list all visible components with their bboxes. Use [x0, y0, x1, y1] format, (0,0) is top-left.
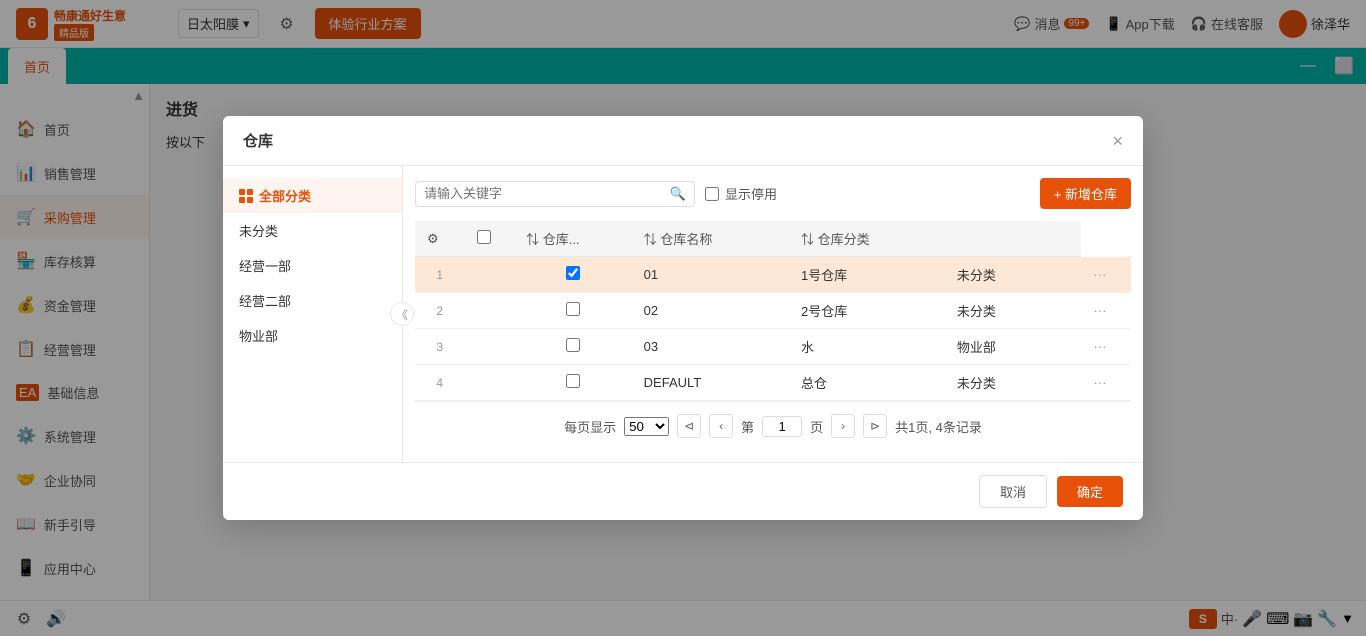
cat-item-all[interactable]: 全部分类 — [223, 178, 402, 213]
row-settings — [465, 365, 515, 401]
row-num: 3 — [415, 329, 465, 365]
cat-item-ops1[interactable]: 经营一部 — [223, 248, 402, 283]
show-disabled-checkbox[interactable] — [705, 187, 719, 201]
dialog-body: 全部分类 未分类 经营一部 经营二部 物业部 《 — [223, 166, 1143, 462]
row-ops[interactable]: ··· — [1081, 293, 1131, 329]
cat-item-property[interactable]: 物业部 — [223, 318, 402, 353]
select-all-checkbox[interactable] — [477, 230, 491, 244]
row-num: 1 — [415, 257, 465, 293]
table-row[interactable]: 1 01 1号仓库 未分类 ··· — [415, 257, 1131, 293]
th-ops — [945, 221, 1082, 257]
row-checkbox[interactable] — [514, 365, 632, 401]
row-code: 02 — [632, 293, 789, 329]
th-settings: ⚙ — [415, 221, 465, 257]
row-category: 未分类 — [945, 293, 1082, 329]
modal-overlay: 仓库 × 全部分类 未分类 经 — [0, 0, 1366, 636]
th-check — [465, 221, 515, 257]
last-page-button[interactable]: ⊳ — [863, 414, 887, 438]
dialog-title: 仓库 — [243, 130, 273, 151]
th-code: ⇅ 仓库... — [514, 221, 632, 257]
settings-icon: ⚙ — [427, 231, 439, 246]
row-settings — [465, 257, 515, 293]
cancel-button[interactable]: 取消 — [979, 475, 1047, 508]
row-ops[interactable]: ··· — [1081, 365, 1131, 401]
row-settings — [465, 329, 515, 365]
per-page-label: 每页显示 — [564, 417, 616, 436]
row-code: 01 — [632, 257, 789, 293]
prev-page-button[interactable]: ‹ — [709, 414, 733, 438]
th-category: ⇅ 仓库分类 — [789, 221, 945, 257]
sort-icon-name: ⇅ — [644, 232, 657, 247]
search-icon[interactable]: 🔍 — [670, 186, 686, 202]
row-category: 物业部 — [945, 329, 1082, 365]
row-code: 03 — [632, 329, 789, 365]
warehouse-table: ⚙ ⇅ 仓库... ⇅ 仓库名称 — [415, 221, 1131, 401]
cat-item-ops2[interactable]: 经营二部 — [223, 283, 402, 318]
cat-collapse-button[interactable]: 《 — [390, 302, 414, 326]
page-number-input[interactable] — [762, 416, 802, 437]
row-name: 总仓 — [789, 365, 945, 401]
category-sidebar: 全部分类 未分类 经营一部 经营二部 物业部 《 — [223, 166, 403, 462]
row-checkbox[interactable] — [514, 293, 632, 329]
table-header-row: ⚙ ⇅ 仓库... ⇅ 仓库名称 — [415, 221, 1131, 257]
page-label: 第 — [741, 417, 754, 436]
show-disabled-label[interactable]: 显示停用 — [705, 184, 777, 203]
table-toolbar: 🔍 显示停用 + 新增仓库 — [415, 178, 1131, 209]
grid-icon — [239, 189, 253, 203]
dialog-header: 仓库 × — [223, 116, 1143, 166]
row-ops[interactable]: ··· — [1081, 257, 1131, 293]
sort-icon: ⇅ — [526, 232, 539, 247]
pagination: 每页显示 50 100 ⊲ ‹ 第 页 › ⊳ 共1页, 4条记录 — [415, 401, 1131, 450]
confirm-button[interactable]: 确定 — [1057, 476, 1123, 507]
warehouse-dialog: 仓库 × 全部分类 未分类 经 — [223, 116, 1143, 520]
cat-item-unclassified[interactable]: 未分类 — [223, 213, 402, 248]
row-num: 4 — [415, 365, 465, 401]
total-info: 共1页, 4条记录 — [895, 417, 982, 436]
row-checkbox[interactable] — [514, 329, 632, 365]
table-row[interactable]: 3 03 水 物业部 ··· — [415, 329, 1131, 365]
search-input-wrap: 🔍 — [415, 181, 695, 207]
row-num: 2 — [415, 293, 465, 329]
sort-icon-cat: ⇅ — [801, 232, 814, 247]
row-category: 未分类 — [945, 257, 1082, 293]
first-page-button[interactable]: ⊲ — [677, 414, 701, 438]
row-category: 未分类 — [945, 365, 1082, 401]
row-name: 2号仓库 — [789, 293, 945, 329]
row-settings — [465, 293, 515, 329]
table-row[interactable]: 2 02 2号仓库 未分类 ··· — [415, 293, 1131, 329]
page-unit: 页 — [810, 417, 823, 436]
per-page-select[interactable]: 50 100 — [624, 417, 669, 436]
row-checkbox[interactable] — [514, 257, 632, 293]
add-warehouse-button[interactable]: + 新增仓库 — [1040, 178, 1131, 209]
th-name: ⇅ 仓库名称 — [632, 221, 789, 257]
close-icon[interactable]: × — [1112, 132, 1123, 150]
table-area: 🔍 显示停用 + 新增仓库 ⚙ — [403, 166, 1143, 462]
dialog-footer: 取消 确定 — [223, 462, 1143, 520]
table-row[interactable]: 4 DEFAULT 总仓 未分类 ··· — [415, 365, 1131, 401]
row-name: 水 — [789, 329, 945, 365]
search-input[interactable] — [424, 186, 664, 201]
next-page-button[interactable]: › — [831, 414, 855, 438]
row-ops[interactable]: ··· — [1081, 329, 1131, 365]
row-code: DEFAULT — [632, 365, 789, 401]
row-name: 1号仓库 — [789, 257, 945, 293]
